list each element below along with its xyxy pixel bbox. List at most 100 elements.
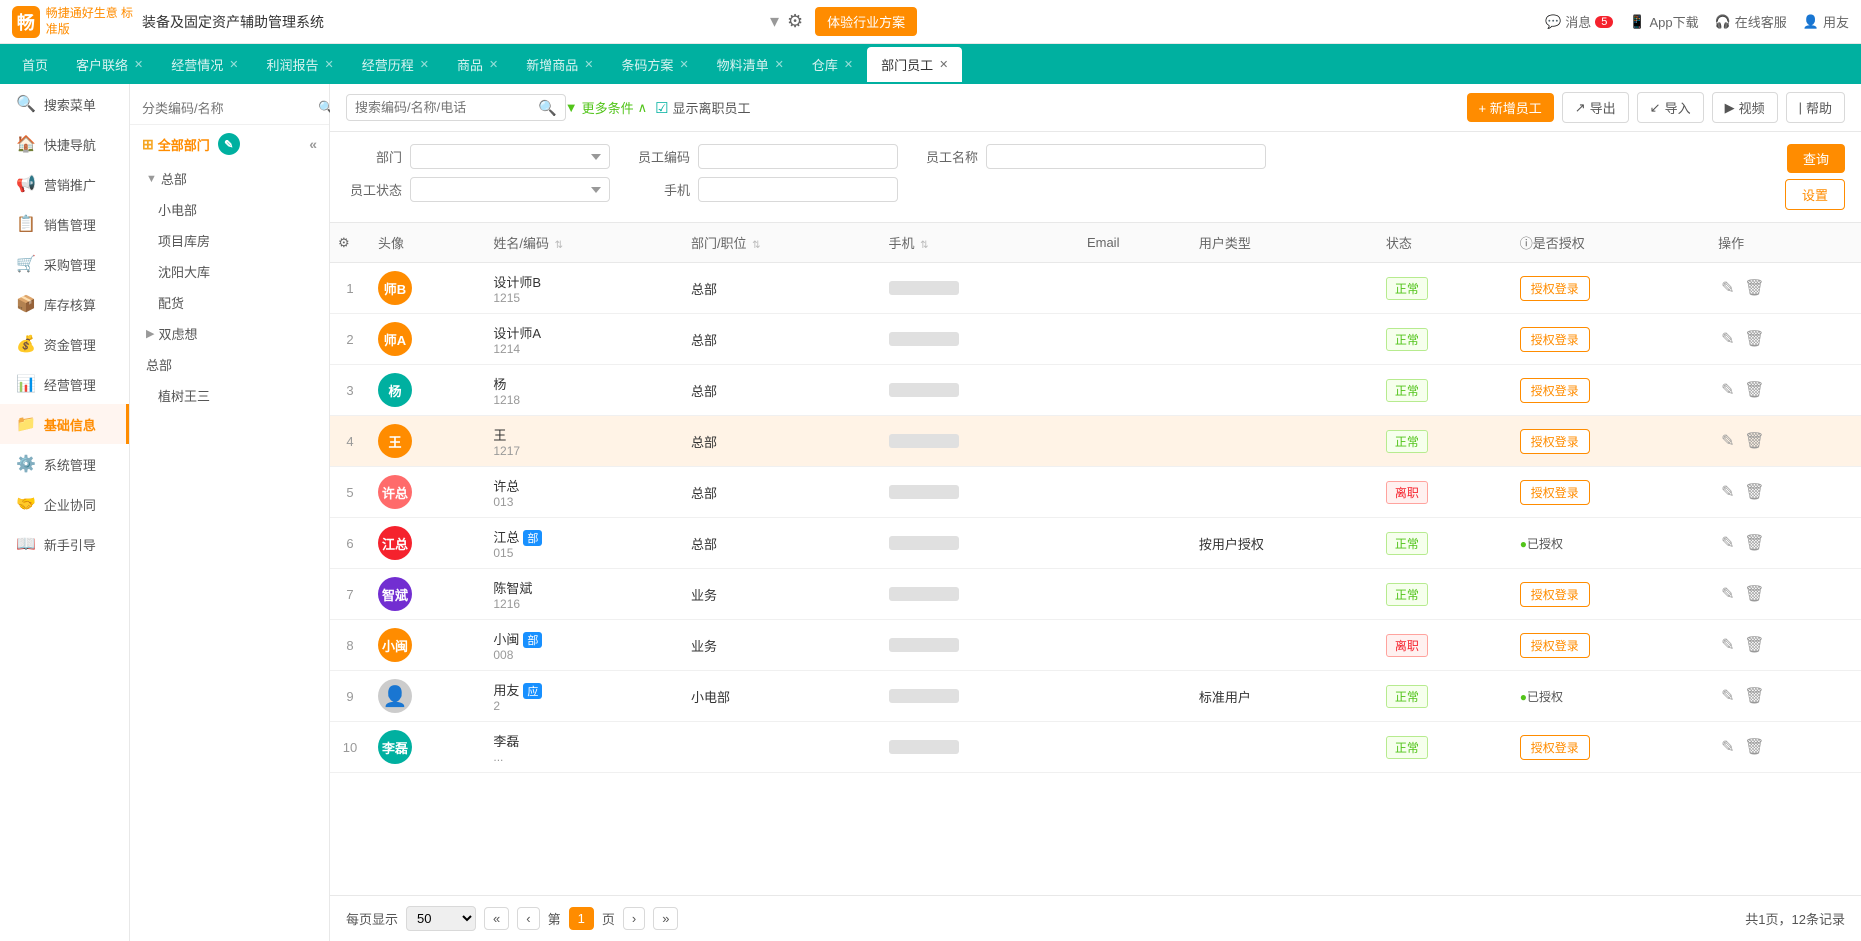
auth-login-button[interactable]: 授权登录 <box>1520 327 1590 352</box>
set-button[interactable]: 设置 <box>1785 179 1845 210</box>
last-page-button[interactable]: » <box>653 907 678 930</box>
dept-node-shenyang[interactable]: 沈阳大库 <box>130 256 329 287</box>
dept-node-hq2[interactable]: 总部 <box>130 349 329 380</box>
edit-button[interactable]: ✎ <box>1721 688 1734 705</box>
close-icon[interactable]: ✕ <box>420 58 429 71</box>
sort-icon-name[interactable]: ⇅ <box>555 240 563 251</box>
sidebar-item-sales[interactable]: 📋 销售管理 <box>0 204 129 244</box>
app-download-btn[interactable]: 📱 App下载 <box>1629 12 1698 31</box>
per-page-select[interactable]: 50 20 100 <box>406 906 476 931</box>
edit-button[interactable]: ✎ <box>1721 382 1734 399</box>
delete-button[interactable]: 🗑 <box>1744 586 1764 603</box>
sidebar-item-system[interactable]: ⚙️ 系统管理 <box>0 444 129 484</box>
close-icon[interactable]: ✕ <box>679 58 688 71</box>
sidebar-item-search[interactable]: 🔍 搜索菜单 <box>0 84 129 124</box>
dept-collapse-icon[interactable]: « <box>309 136 317 152</box>
auth-login-button[interactable]: 授权登录 <box>1520 276 1590 301</box>
video-button[interactable]: ▶ 视频 <box>1712 92 1778 123</box>
more-filter-button[interactable]: ▼ 更多条件 ∧ <box>565 98 647 117</box>
auth-login-button[interactable]: 授权登录 <box>1520 480 1590 505</box>
tab-new-goods[interactable]: 新增商品 ✕ <box>512 47 607 82</box>
edit-button[interactable]: ✎ <box>1721 433 1734 450</box>
delete-button[interactable]: 🗑 <box>1744 331 1764 348</box>
settings-gear-icon[interactable]: ⚙ <box>338 235 350 250</box>
auth-login-button[interactable]: 授权登录 <box>1520 378 1590 403</box>
search-input[interactable] <box>346 94 566 121</box>
close-icon[interactable]: ✕ <box>229 58 238 71</box>
online-service-btn[interactable]: 🎧 在线客服 <box>1715 12 1787 31</box>
dept-node-xbd[interactable]: 小电部 <box>130 194 329 225</box>
delete-button[interactable]: 🗑 <box>1744 739 1764 756</box>
tab-bom[interactable]: 物料清单 ✕ <box>703 47 798 82</box>
tab-history[interactable]: 经营历程 ✕ <box>348 47 443 82</box>
delete-button[interactable]: 🗑 <box>1744 637 1764 654</box>
sidebar-item-finance[interactable]: 💰 资金管理 <box>0 324 129 364</box>
auth-login-button[interactable]: 授权登录 <box>1520 582 1590 607</box>
first-page-button[interactable]: « <box>484 907 509 930</box>
edit-button[interactable]: ✎ <box>1721 484 1734 501</box>
close-icon[interactable]: ✕ <box>775 58 784 71</box>
close-icon[interactable]: ✕ <box>325 58 334 71</box>
show-resigned-toggle[interactable]: ☑ 显示离职员工 <box>655 98 750 117</box>
sidebar-item-basic[interactable]: 📁 基础信息 <box>0 404 129 444</box>
tab-operation[interactable]: 经营情况 ✕ <box>157 47 252 82</box>
tab-home[interactable]: 首页 <box>8 47 62 82</box>
sidebar-item-marketing[interactable]: 📢 营销推广 <box>0 164 129 204</box>
delete-button[interactable]: 🗑 <box>1744 382 1764 399</box>
close-icon[interactable]: ✕ <box>489 58 498 71</box>
tab-profit[interactable]: 利润报告 ✕ <box>252 47 347 82</box>
dept-search-input[interactable] <box>142 101 318 116</box>
col-settings-btn[interactable]: ⚙ <box>330 223 370 263</box>
close-icon[interactable]: ✕ <box>134 58 143 71</box>
edit-button[interactable]: ✎ <box>1721 739 1734 756</box>
sidebar-item-operation[interactable]: 📊 经营管理 <box>0 364 129 404</box>
dept-node-shuanglv[interactable]: ▶ 双虑想 <box>130 318 329 349</box>
close-icon[interactable]: ✕ <box>939 58 948 71</box>
user-area[interactable]: 👤 用友 <box>1803 12 1849 31</box>
delete-button[interactable]: 🗑 <box>1744 280 1764 297</box>
edit-button[interactable]: ✎ <box>1721 280 1734 297</box>
add-employee-button[interactable]: + 新增员工 <box>1467 93 1554 122</box>
dept-edit-icon[interactable]: ✎ <box>218 133 240 155</box>
dept-node-project[interactable]: 项目库房 <box>130 225 329 256</box>
edit-button[interactable]: ✎ <box>1721 637 1734 654</box>
export-button[interactable]: ↗ 导出 <box>1562 92 1629 123</box>
delete-button[interactable]: 🗑 <box>1744 433 1764 450</box>
prev-page-button[interactable]: ‹ <box>517 907 539 930</box>
dropdown-icon[interactable]: ▾ <box>770 11 779 32</box>
dept-filter-select[interactable] <box>410 144 610 169</box>
close-icon[interactable]: ✕ <box>844 58 853 71</box>
auth-login-button[interactable]: 授权登录 <box>1520 735 1590 760</box>
tab-customer[interactable]: 客户联络 ✕ <box>62 47 157 82</box>
phone-input[interactable] <box>698 177 898 202</box>
tab-warehouse[interactable]: 仓库 ✕ <box>798 47 867 82</box>
sidebar-item-guide[interactable]: 📖 新手引导 <box>0 524 129 564</box>
tab-barcode[interactable]: 条码方案 ✕ <box>607 47 702 82</box>
message-btn[interactable]: 💬 消息 5 <box>1545 12 1613 31</box>
edit-button[interactable]: ✎ <box>1721 586 1734 603</box>
emp-code-input[interactable] <box>698 144 898 169</box>
sidebar-item-cooperation[interactable]: 🤝 企业协同 <box>0 484 129 524</box>
close-icon[interactable]: ✕ <box>584 58 593 71</box>
dept-node-delivery[interactable]: 配货 <box>130 287 329 318</box>
sort-icon-phone[interactable]: ⇅ <box>920 240 928 251</box>
emp-name-input[interactable] <box>986 144 1266 169</box>
help-button[interactable]: | 帮助 <box>1786 92 1845 123</box>
query-button[interactable]: 查询 <box>1787 144 1845 173</box>
edit-button[interactable]: ✎ <box>1721 331 1734 348</box>
import-button[interactable]: ↙ 导入 <box>1637 92 1704 123</box>
delete-button[interactable]: 🗑 <box>1744 484 1764 501</box>
dept-node-hq-parent[interactable]: ▼ 总部 <box>130 163 329 194</box>
sidebar-item-purchase[interactable]: 🛒 采购管理 <box>0 244 129 284</box>
emp-status-select[interactable] <box>410 177 610 202</box>
edit-button[interactable]: ✎ <box>1721 535 1734 552</box>
delete-button[interactable]: 🗑 <box>1744 535 1764 552</box>
sidebar-item-inventory[interactable]: 📦 库存核算 <box>0 284 129 324</box>
tab-goods[interactable]: 商品 ✕ <box>443 47 512 82</box>
auth-login-button[interactable]: 授权登录 <box>1520 429 1590 454</box>
dept-node-plant[interactable]: 植树王三 <box>130 380 329 411</box>
next-page-button[interactable]: › <box>623 907 645 930</box>
delete-button[interactable]: 🗑 <box>1744 688 1764 705</box>
search-submit-button[interactable]: 🔍 <box>538 99 557 117</box>
sort-icon-dept[interactable]: ⇅ <box>752 240 760 251</box>
